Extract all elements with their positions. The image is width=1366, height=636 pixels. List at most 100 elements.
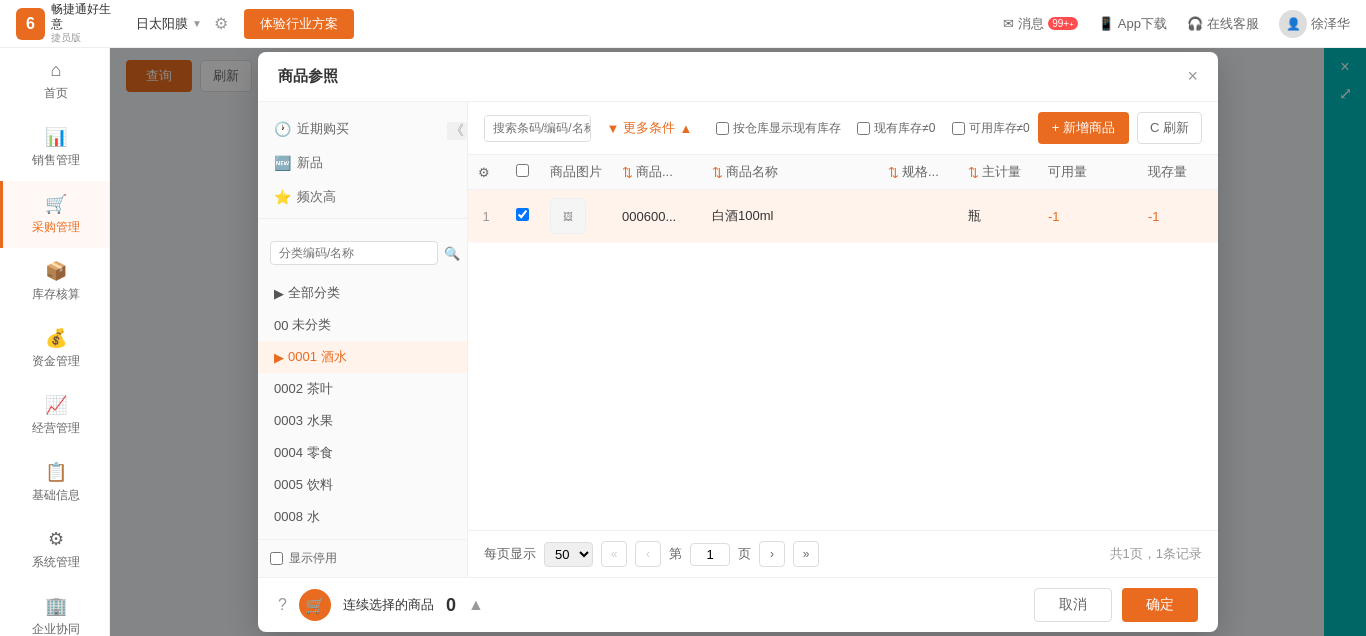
page-label: 第 [669,545,682,563]
user-button[interactable]: 👤 徐泽华 [1279,10,1350,38]
usable-stock-checkbox[interactable] [952,122,965,135]
show-disabled-checkbox[interactable] [270,552,283,565]
usable-stock-checkbox-label[interactable]: 可用库存≠0 [952,120,1030,137]
row-spec [878,190,958,243]
quick-tabs: 🕐 近期购买 🆕 新品 ⭐ 频次高 [258,102,467,233]
row-checkbox[interactable] [516,208,529,221]
category-0005[interactable]: 0005 饮料 [258,469,467,501]
sidebar-label-info: 基础信息 [32,487,80,504]
prev-page-button[interactable]: ‹ [635,541,661,567]
sidebar-label-operations: 经营管理 [32,420,80,437]
sidebar-label-finance: 资金管理 [32,353,80,370]
category-0008[interactable]: 0008 水 [258,501,467,533]
row-checkbox-cell[interactable] [504,190,540,243]
frequent-label: 频次高 [297,188,336,206]
total-info: 共1页，1条记录 [1110,545,1202,563]
add-product-button[interactable]: + 新增商品 [1038,112,1129,144]
row-num: 1 [468,190,504,243]
sort-icon[interactable]: ⇅ [622,165,633,180]
category-search-icon[interactable]: 🔍 [444,246,460,261]
sidebar-item-sales[interactable]: 📊 销售管理 [0,114,109,181]
modal-overlay: 商品参照 × 🕐 近期购买 [110,48,1366,636]
product-thumb: 🖼 [550,198,586,234]
sidebar-label-enterprise: 企业协同 [32,621,80,636]
col-spec: ⇅ 规格... [878,155,958,190]
cancel-button[interactable]: 取消 [1034,588,1112,622]
category-0002[interactable]: 0002 茶叶 [258,373,467,405]
sidebar-item-enterprise[interactable]: 🏢 企业协同 [0,583,109,636]
sidebar-label-system: 系统管理 [32,554,80,571]
modal-right-panel: 🔍 ▼ 更多条件 ▲ 按仓库显示现有库存 [468,102,1218,577]
trial-button[interactable]: 体验行业方案 [244,9,354,39]
next-page-button[interactable]: › [759,541,785,567]
available-stock-checkbox[interactable] [857,122,870,135]
first-page-button[interactable]: « [601,541,627,567]
row-image-cell: 🖼 [540,190,612,243]
col-unit: ⇅ 主计量 [958,155,1038,190]
store-selector[interactable]: 日太阳膜 ▼ [136,15,202,33]
col-checkbox[interactable] [504,155,540,190]
pagination: 每页显示 50 « ‹ 第 页 › » 共1页，1条记录 [468,530,1218,577]
category-0004[interactable]: 0004 零食 [258,437,467,469]
select-all-checkbox[interactable] [516,164,529,177]
gear-icon[interactable]: ⚙ [214,14,228,33]
product-search-input[interactable] [485,116,591,140]
category-0003[interactable]: 0003 水果 [258,405,467,437]
spec-sort-icon[interactable]: ⇅ [888,165,899,180]
service-button[interactable]: 🎧 在线客服 [1187,15,1259,33]
more-filter-button[interactable]: ▼ 更多条件 ▲ [599,114,701,142]
category-search-input[interactable] [270,241,438,265]
table-row[interactable]: 1 🖼 [468,190,1218,243]
sidebar-item-home[interactable]: ⌂ 首页 [0,48,109,114]
help-icon[interactable]: ? [278,596,287,614]
new-icon: 🆕 [274,155,291,171]
toolbar-right-actions: + 新增商品 C 刷新 [1038,112,1202,144]
page-number-input[interactable] [690,543,730,566]
recent-purchase-tab[interactable]: 🕐 近期购买 [258,112,447,146]
sidebar-item-inventory[interactable]: 📦 库存核算 [0,248,109,315]
col-code: ⇅ 商品... [612,155,702,190]
modal-left-panel: 🕐 近期购买 🆕 新品 ⭐ 频次高 [258,102,468,577]
purchase-icon: 🛒 [45,193,67,215]
product-reference-modal: 商品参照 × 🕐 近期购买 [258,52,1218,632]
confirm-button[interactable]: 确定 [1122,588,1198,622]
col-settings[interactable]: ⚙ [468,155,504,190]
category-unclassified[interactable]: 00 未分类 [258,309,467,341]
available-stock-checkbox-label[interactable]: 现有库存≠0 [857,120,935,137]
unit-sort-icon[interactable]: ⇅ [968,165,979,180]
warehouse-stock-checkbox[interactable] [716,122,729,135]
category-0001[interactable]: ▶ 0001 酒水 [258,341,467,373]
col-available: 可用量 [1038,155,1138,190]
warehouse-stock-checkbox-label[interactable]: 按仓库显示现有库存 [716,120,841,137]
sidebar-item-finance[interactable]: 💰 资金管理 [0,315,109,382]
sidebar-item-system[interactable]: ⚙ 系统管理 [0,516,109,583]
app-name: 畅捷通好生意 [51,2,116,31]
recent-label: 近期购买 [297,120,349,138]
last-page-button[interactable]: » [793,541,819,567]
service-label: 在线客服 [1207,15,1259,33]
sidebar-item-info[interactable]: 📋 基础信息 [0,449,109,516]
frequent-tab[interactable]: ⭐ 频次高 [258,180,447,214]
footer-collapse-icon[interactable]: ▲ [468,596,484,614]
messages-button[interactable]: ✉ 消息 99++ [1003,15,1078,33]
category-all[interactable]: ▶ 全部分类 [258,277,467,309]
col-stock: 现存量 [1138,155,1218,190]
product-table-wrap: ⚙ 商品图片 [468,155,1218,530]
name-sort-icon[interactable]: ⇅ [712,165,723,180]
footer-actions: 取消 确定 [1034,588,1198,622]
sidebar-item-purchase[interactable]: 🛒 采购管理 [0,181,109,248]
new-products-tab[interactable]: 🆕 新品 [258,146,447,180]
toolbar-refresh-button[interactable]: C 刷新 [1137,112,1202,144]
info-icon: 📋 [45,461,67,483]
app-download-button[interactable]: 📱 App下载 [1098,15,1167,33]
cart-button[interactable]: 🛒 [299,589,331,621]
modal-close-button[interactable]: × [1187,66,1198,87]
sidebar-item-operations[interactable]: 📈 经营管理 [0,382,109,449]
sidebar: ⌂ 首页 📊 销售管理 🛒 采购管理 📦 库存核算 💰 资金管理 📈 经营管理 … [0,48,110,636]
col-image: 商品图片 [540,155,612,190]
sales-icon: 📊 [45,126,67,148]
collapse-panel-button[interactable]: 《 [447,122,467,140]
sidebar-label-home: 首页 [44,85,68,102]
page-size-select[interactable]: 50 [544,542,593,567]
cat-label-0002: 0002 茶叶 [274,380,333,398]
